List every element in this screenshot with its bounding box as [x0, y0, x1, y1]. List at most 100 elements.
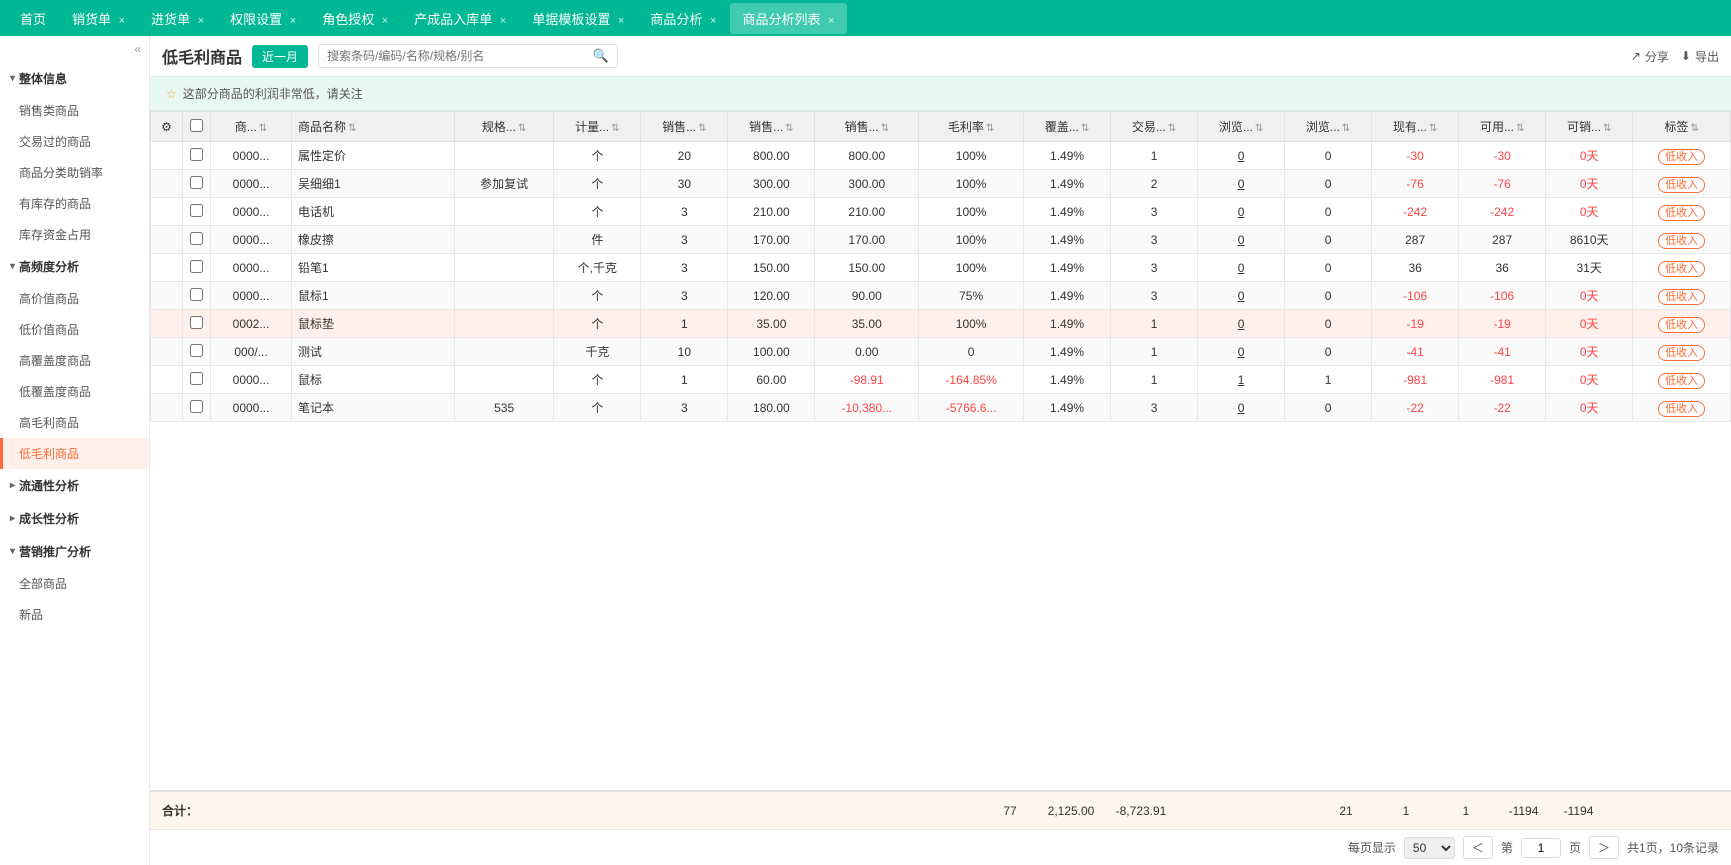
cell-checkbox[interactable] — [183, 394, 211, 422]
th-salable-days[interactable]: 可销...⇅ — [1546, 112, 1633, 142]
nav-home[interactable]: 首页 — [8, 3, 58, 34]
cell-checkbox[interactable] — [183, 142, 211, 170]
sidebar-item-high-margin[interactable]: 高毛利商品 — [0, 407, 149, 438]
cell-checkbox[interactable] — [183, 226, 211, 254]
nav-template-settings[interactable]: 单据模板设置 × — [520, 3, 636, 34]
row-checkbox[interactable] — [190, 400, 203, 413]
th-available[interactable]: 可用...⇅ — [1459, 112, 1546, 142]
row-checkbox[interactable] — [190, 176, 203, 189]
nav-purchase-order[interactable]: 进货单 × — [139, 3, 216, 34]
th-gross-margin[interactable]: 毛利率⇅ — [919, 112, 1024, 142]
cell-browse1[interactable]: 0 — [1198, 254, 1285, 282]
cell-checkbox[interactable] — [183, 198, 211, 226]
cell-checkbox[interactable] — [183, 310, 211, 338]
th-trade-count[interactable]: 交易...⇅ — [1111, 112, 1198, 142]
sidebar-item-low-coverage[interactable]: 低覆盖度商品 — [0, 376, 149, 407]
th-sales-profit[interactable]: 销售...⇅ — [815, 112, 919, 142]
nav-role-auth[interactable]: 角色授权 × — [310, 3, 400, 34]
close-icon[interactable]: × — [290, 15, 296, 27]
th-unit[interactable]: 计量...⇅ — [554, 112, 641, 142]
sidebar-item-traded-products[interactable]: 交易过的商品 — [0, 126, 149, 157]
sidebar-item-low-margin[interactable]: 低毛利商品 — [0, 438, 149, 469]
sidebar-item-sales-products[interactable]: 销售类商品 — [0, 95, 149, 126]
sidebar-item-all-products[interactable]: 全部商品 — [0, 568, 149, 599]
th-browse1[interactable]: 浏览...⇅ — [1198, 112, 1285, 142]
sidebar-group-frequency[interactable]: ▾ 高频度分析 — [0, 250, 149, 283]
sidebar-group-overall[interactable]: ▾ 整体信息 — [0, 62, 149, 95]
cell-browse1[interactable]: 0 — [1198, 394, 1285, 422]
row-checkbox[interactable] — [190, 232, 203, 245]
cell-browse1[interactable]: 0 — [1198, 170, 1285, 198]
th-code[interactable]: 商...⇅ — [211, 112, 292, 142]
cell-available: 36 — [1459, 254, 1546, 282]
sidebar-item-new-products[interactable]: 新品 — [0, 599, 149, 630]
table-container[interactable]: ⚙ 商...⇅ 商品名称⇅ 规格...⇅ 计量...⇅ 销售...⇅ 销售...… — [150, 111, 1731, 790]
th-spec[interactable]: 规格...⇅ — [454, 112, 553, 142]
cell-checkbox[interactable] — [183, 254, 211, 282]
row-checkbox[interactable] — [190, 204, 203, 217]
nav-product-analysis-list[interactable]: 商品分析列表 × — [730, 3, 846, 34]
close-icon[interactable]: × — [198, 15, 204, 27]
sidebar-group-circulation[interactable]: ▸ 流通性分析 — [0, 469, 149, 502]
sidebar-group-marketing[interactable]: ▾ 营销推广分析 — [0, 535, 149, 568]
sidebar-group-growth[interactable]: ▸ 成长性分析 — [0, 502, 149, 535]
date-filter-button[interactable]: 近一月 — [252, 45, 308, 68]
export-button[interactable]: ⬇ 导出 — [1681, 48, 1719, 65]
th-browse2[interactable]: 浏览...⇅ — [1285, 112, 1372, 142]
row-checkbox[interactable] — [190, 260, 203, 273]
sidebar-item-high-coverage[interactable]: 高覆盖度商品 — [0, 345, 149, 376]
sidebar-item-stock-fund[interactable]: 库存资金占用 — [0, 219, 149, 250]
cell-name: 电话机 — [291, 198, 454, 226]
cell-browse1[interactable]: 0 — [1198, 282, 1285, 310]
cell-browse1[interactable]: 0 — [1198, 226, 1285, 254]
cell-tag: 低收入 — [1633, 366, 1731, 394]
cell-checkbox[interactable] — [183, 170, 211, 198]
page-number-input[interactable] — [1521, 838, 1561, 858]
cell-browse1[interactable]: 0 — [1198, 198, 1285, 226]
sidebar-item-low-value[interactable]: 低价值商品 — [0, 314, 149, 345]
th-sales-price[interactable]: 销售...⇅ — [728, 112, 815, 142]
sidebar-item-in-stock[interactable]: 有库存的商品 — [0, 188, 149, 219]
row-checkbox[interactable] — [190, 148, 203, 161]
cell-checkbox[interactable] — [183, 338, 211, 366]
next-page-button[interactable]: ＞ — [1589, 836, 1619, 859]
th-name[interactable]: 商品名称⇅ — [291, 112, 454, 142]
row-checkbox[interactable] — [190, 344, 203, 357]
row-checkbox[interactable] — [190, 372, 203, 385]
cell-gross-margin: 100% — [919, 254, 1024, 282]
close-icon[interactable]: × — [119, 15, 125, 27]
cell-browse1[interactable]: 0 — [1198, 142, 1285, 170]
nav-sales-order[interactable]: 销货单 × — [60, 3, 137, 34]
close-icon[interactable]: × — [382, 15, 388, 27]
th-settings[interactable]: ⚙ — [151, 112, 183, 142]
cell-browse1[interactable]: 1 — [1198, 366, 1285, 394]
page-size-select[interactable]: 50 10 20 100 — [1404, 837, 1455, 859]
close-icon[interactable]: × — [500, 15, 506, 27]
cell-checkbox[interactable] — [183, 366, 211, 394]
nav-product-entry[interactable]: 产成品入库单 × — [402, 3, 518, 34]
sidebar-item-high-value[interactable]: 高价值商品 — [0, 283, 149, 314]
close-icon[interactable]: × — [618, 15, 624, 27]
cell-browse1[interactable]: 0 — [1198, 310, 1285, 338]
cell-unit: 件 — [554, 226, 641, 254]
cell-checkbox[interactable] — [183, 282, 211, 310]
search-icon[interactable]: 🔍 — [593, 48, 609, 64]
cell-browse1[interactable]: 0 — [1198, 338, 1285, 366]
select-all-checkbox[interactable] — [190, 119, 203, 132]
nav-permission[interactable]: 权限设置 × — [218, 3, 308, 34]
close-icon[interactable]: × — [710, 15, 716, 27]
prev-page-button[interactable]: ＜ — [1463, 836, 1493, 859]
th-current[interactable]: 现有...⇅ — [1372, 112, 1459, 142]
sidebar-item-category-rate[interactable]: 商品分类助销率 — [0, 157, 149, 188]
th-coverage[interactable]: 覆盖...⇅ — [1024, 112, 1111, 142]
search-input[interactable] — [327, 49, 593, 63]
close-icon[interactable]: × — [828, 15, 834, 27]
th-checkbox[interactable] — [183, 112, 211, 142]
nav-product-analysis[interactable]: 商品分析 × — [638, 3, 728, 34]
th-tag[interactable]: 标签⇅ — [1633, 112, 1731, 142]
share-button[interactable]: ↗ 分享 — [1631, 48, 1669, 65]
row-checkbox[interactable] — [190, 288, 203, 301]
row-checkbox[interactable] — [190, 316, 203, 329]
sidebar-collapse-btn[interactable]: « — [0, 36, 149, 62]
th-sales-qty[interactable]: 销售...⇅ — [641, 112, 728, 142]
